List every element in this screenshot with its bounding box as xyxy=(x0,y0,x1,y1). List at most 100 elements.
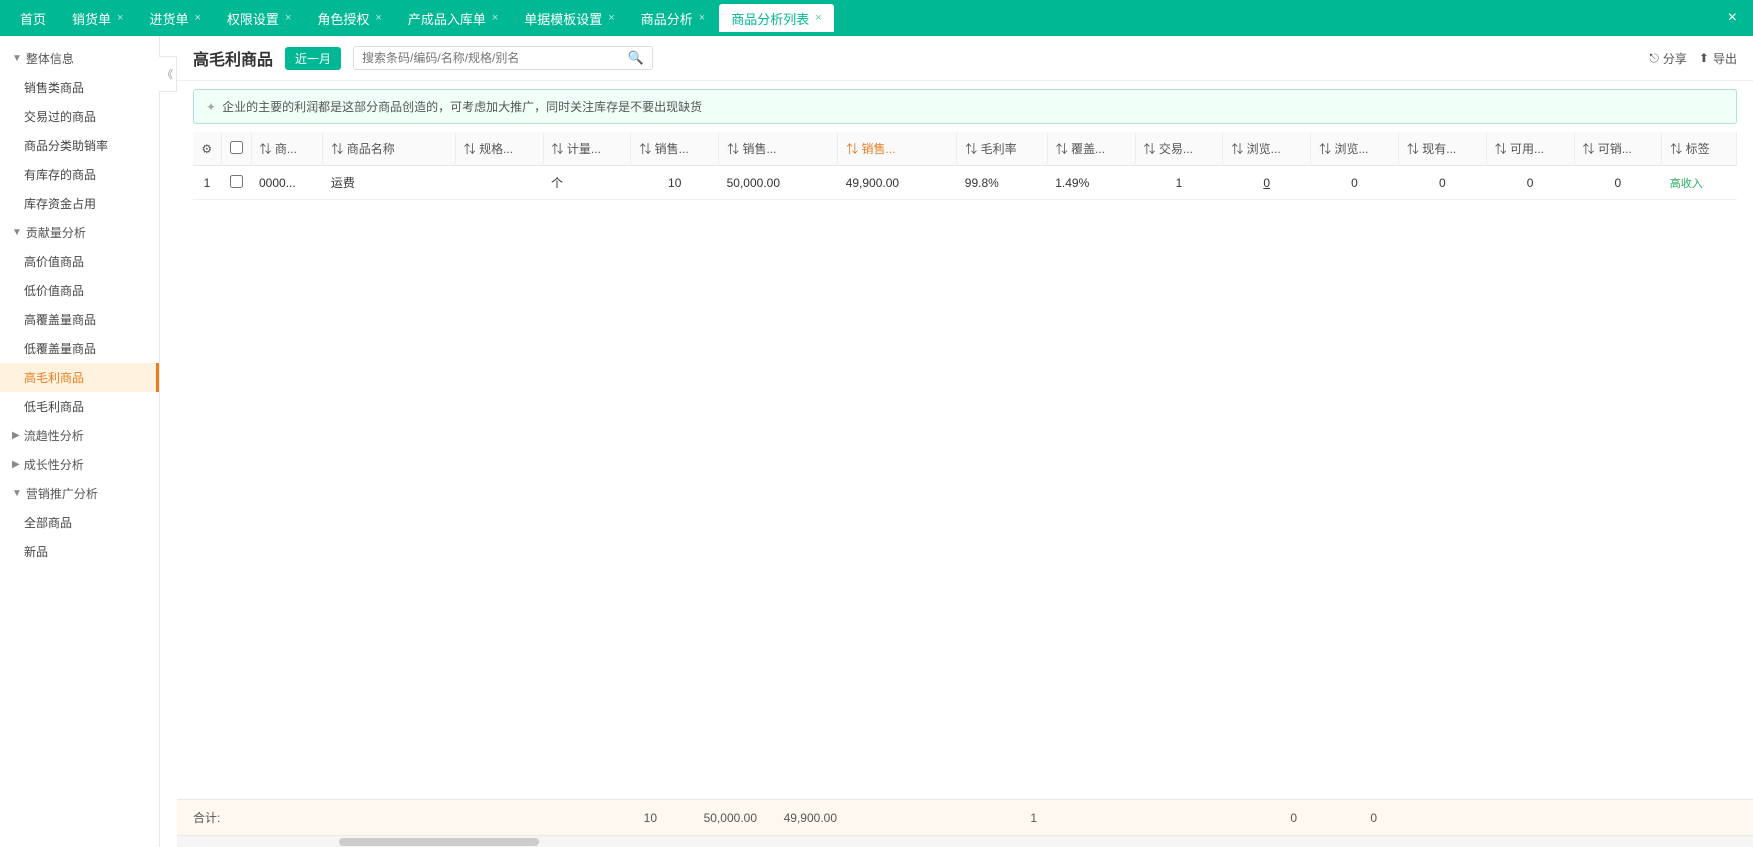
nav-template-settings[interactable]: 单据模板设置 × xyxy=(512,4,626,32)
row-select-checkbox[interactable] xyxy=(230,175,243,188)
sidebar-section-contribution[interactable]: ▼ 贡献量分析 xyxy=(0,218,159,247)
row-spec xyxy=(455,166,543,200)
close-icon[interactable]: × xyxy=(285,12,291,24)
sidebar-item-new-goods[interactable]: 新品 xyxy=(0,537,159,566)
sidebar-item-all-goods[interactable]: 全部商品 xyxy=(0,508,159,537)
sort-icon: ⇅ xyxy=(965,142,977,156)
nav-role-auth[interactable]: 角色授权 × xyxy=(305,4,393,32)
collapse-arrow-icon: ▼ xyxy=(12,488,22,499)
sort-icon: ⇅ xyxy=(1407,142,1419,156)
nav-product-analysis-list[interactable]: 商品分析列表 × xyxy=(719,4,833,32)
total-available-stock: 0 xyxy=(1313,811,1393,825)
sidebar-section-growth[interactable]: ▶ 成长性分析 xyxy=(0,450,159,479)
col-name[interactable]: ⇅ 商品名称 xyxy=(323,132,455,166)
total-label: 合计: xyxy=(193,809,393,826)
sort-icon: ⇅ xyxy=(1583,142,1595,156)
row-sales-amount: 50,000.00 xyxy=(719,166,838,200)
sidebar: ▼ 整体信息 销售类商品 交易过的商品 商品分类助销率 有库存的商品 库存资金占… xyxy=(0,36,160,847)
sort-icon: ⇅ xyxy=(639,142,651,156)
scroll-thumb[interactable] xyxy=(339,838,539,846)
select-all-checkbox[interactable] xyxy=(230,141,243,154)
sidebar-collapse-button[interactable]: 《 xyxy=(159,56,177,92)
col-sellable[interactable]: ⇅ 可销... xyxy=(1574,132,1662,166)
col-settings[interactable]: ⚙ xyxy=(193,132,221,166)
row-available-stock: 0 xyxy=(1486,166,1574,200)
row-gross-margin: 99.8% xyxy=(957,166,1047,200)
search-input[interactable] xyxy=(362,51,624,65)
close-icon[interactable]: × xyxy=(815,12,821,24)
browse1-link[interactable]: 0 xyxy=(1263,176,1270,190)
data-table: ⚙ ⇅ 商... ⇅ 商品名称 ⇅ 规格... ⇅ 计量... ⇅ 销售... … xyxy=(193,132,1737,200)
row-checkbox[interactable] xyxy=(221,166,251,200)
sort-icon: ⇅ xyxy=(331,142,343,156)
close-icon[interactable]: × xyxy=(492,12,498,24)
col-code[interactable]: ⇅ 商... xyxy=(251,132,323,166)
sidebar-item-category-rate[interactable]: 商品分类助销率 xyxy=(0,131,159,160)
search-icon[interactable]: 🔍 xyxy=(628,50,644,66)
main-container: ▼ 整体信息 销售类商品 交易过的商品 商品分类助销率 有库存的商品 库存资金占… xyxy=(0,36,1753,847)
sidebar-item-sales-goods[interactable]: 销售类商品 xyxy=(0,73,159,102)
col-browse1[interactable]: ⇅ 浏览... xyxy=(1223,132,1311,166)
content-header: 高毛利商品 近一月 🔍 ⎋ 分享 ⬆ 导出 xyxy=(177,36,1753,81)
footer-total: 合计: 10 50,000.00 49,900.00 1 0 0 xyxy=(177,799,1753,835)
col-browse2[interactable]: ⇅ 浏览... xyxy=(1311,132,1399,166)
sidebar-item-traded-goods[interactable]: 交易过的商品 xyxy=(0,102,159,131)
sidebar-item-stock-capital[interactable]: 库存资金占用 xyxy=(0,189,159,218)
share-icon: ⎋ xyxy=(1649,51,1659,66)
sort-icon: ⇅ xyxy=(1495,142,1507,156)
nav-product-inbound[interactable]: 产成品入库单 × xyxy=(396,4,510,32)
total-sales-amount: 50,000.00 xyxy=(693,811,773,825)
share-button[interactable]: ⎋ 分享 xyxy=(1649,50,1687,67)
col-transaction[interactable]: ⇅ 交易... xyxy=(1135,132,1223,166)
header-actions: ⎋ 分享 ⬆ 导出 xyxy=(1649,50,1737,67)
sidebar-item-high-margin[interactable]: 高毛利商品 xyxy=(0,363,159,392)
nav-permission-settings[interactable]: 权限设置 × xyxy=(215,4,303,32)
sort-icon: ⇅ xyxy=(1231,142,1243,156)
row-name: 运费 xyxy=(323,166,455,200)
col-tag[interactable]: ⇅ 标签 xyxy=(1662,132,1737,166)
time-filter-button[interactable]: 近一月 xyxy=(285,47,341,70)
sidebar-section-overall[interactable]: ▼ 整体信息 xyxy=(0,44,159,73)
page-title: 高毛利商品 xyxy=(193,46,273,70)
sidebar-item-low-coverage[interactable]: 低覆盖量商品 xyxy=(0,334,159,363)
nav-purchase-order[interactable]: 进货单 × xyxy=(137,4,212,32)
row-code: 0000... xyxy=(251,166,323,200)
sidebar-item-low-value[interactable]: 低价值商品 xyxy=(0,276,159,305)
nav-sales-order[interactable]: 销货单 × xyxy=(60,4,135,32)
col-available-stock[interactable]: ⇅ 可用... xyxy=(1486,132,1574,166)
sort-icon: ⇅ xyxy=(464,142,476,156)
collapse-arrow-icon: ▶ xyxy=(12,459,20,470)
nav-home[interactable]: 首页 xyxy=(8,4,58,32)
sidebar-section-marketing[interactable]: ▼ 营销推广分析 xyxy=(0,479,159,508)
sidebar-item-high-coverage[interactable]: 高覆盖量商品 xyxy=(0,305,159,334)
export-button[interactable]: ⬆ 导出 xyxy=(1699,50,1737,67)
col-coverage[interactable]: ⇅ 覆盖... xyxy=(1047,132,1135,166)
info-icon: ✦ xyxy=(206,100,216,114)
close-icon[interactable]: × xyxy=(117,12,123,24)
col-sales-cost[interactable]: ⇅ 销售... xyxy=(838,132,957,166)
close-icon[interactable]: × xyxy=(699,12,705,24)
row-coverage: 1.49% xyxy=(1047,166,1135,200)
sidebar-item-high-value[interactable]: 高价值商品 xyxy=(0,247,159,276)
row-browse2: 0 xyxy=(1311,166,1399,200)
close-icon[interactable]: × xyxy=(375,12,381,24)
sidebar-item-low-margin[interactable]: 低毛利商品 xyxy=(0,392,159,421)
close-all-button[interactable]: × xyxy=(1720,9,1745,27)
top-nav: 首页 销货单 × 进货单 × 权限设置 × 角色授权 × 产成品入库单 × 单据… xyxy=(0,0,1753,36)
sidebar-section-trend[interactable]: ▶ 流趋性分析 xyxy=(0,421,159,450)
sidebar-item-in-stock[interactable]: 有库存的商品 xyxy=(0,160,159,189)
col-sales-qty[interactable]: ⇅ 销售... xyxy=(631,132,719,166)
nav-product-analysis[interactable]: 商品分析 × xyxy=(629,4,717,32)
close-icon[interactable]: × xyxy=(608,12,614,24)
col-current-stock[interactable]: ⇅ 现有... xyxy=(1398,132,1486,166)
col-sales-amount[interactable]: ⇅ 销售... xyxy=(719,132,838,166)
col-spec[interactable]: ⇅ 规格... xyxy=(455,132,543,166)
sort-icon: ⇅ xyxy=(846,142,858,156)
col-unit[interactable]: ⇅ 计量... xyxy=(543,132,631,166)
total-sales-cost: 49,900.00 xyxy=(773,811,853,825)
col-checkbox[interactable] xyxy=(221,132,251,166)
close-icon[interactable]: × xyxy=(194,12,200,24)
total-transaction: 1 xyxy=(973,811,1053,825)
col-gross-margin[interactable]: ⇅ 毛利率 xyxy=(957,132,1047,166)
horizontal-scrollbar[interactable] xyxy=(177,835,1753,847)
